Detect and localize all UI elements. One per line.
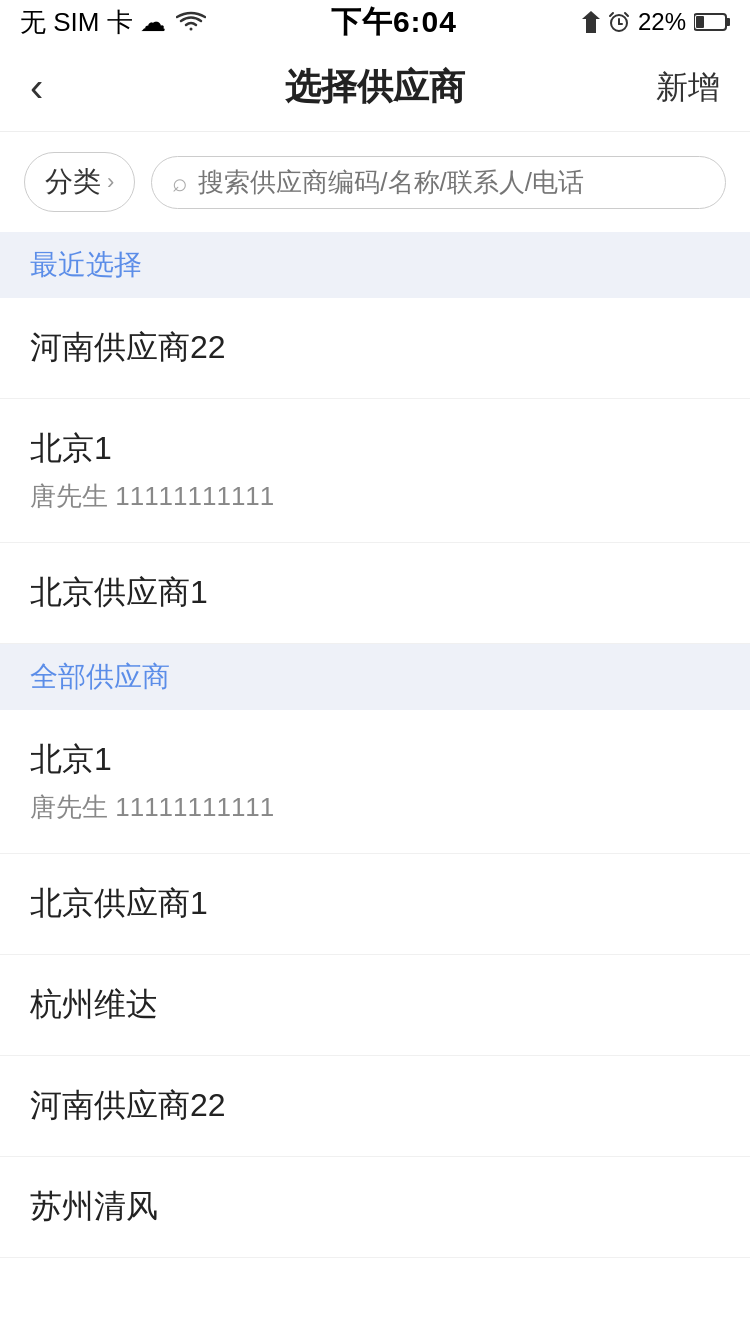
list-item[interactable]: 北京1 唐先生 11111111111 <box>0 399 750 543</box>
item-name: 北京1 <box>30 738 720 782</box>
recent-list: 河南供应商22 北京1 唐先生 11111111111 北京供应商1 <box>0 298 750 644</box>
item-name: 河南供应商22 <box>30 1084 720 1128</box>
item-name: 北京供应商1 <box>30 571 720 615</box>
search-box: ⌕ <box>151 156 726 209</box>
location-icon <box>582 11 600 33</box>
svg-rect-7 <box>696 16 704 28</box>
status-right: 22% <box>582 8 730 36</box>
status-bar: 无 SIM 卡 ☁ 下午6:04 22% <box>0 0 750 44</box>
no-sim-label: 无 SIM 卡 ☁ <box>20 5 166 40</box>
list-item[interactable]: 北京1 唐先生 11111111111 <box>0 710 750 854</box>
list-item[interactable]: 北京供应商1 <box>0 854 750 955</box>
list-item[interactable]: 北京供应商1 <box>0 543 750 644</box>
item-name: 苏州清风 <box>30 1185 720 1229</box>
filter-bar: 分类 › ⌕ <box>0 132 750 232</box>
item-name: 北京1 <box>30 427 720 471</box>
svg-line-3 <box>610 13 613 16</box>
item-name: 杭州维达 <box>30 983 720 1027</box>
item-contact: 唐先生 11111111111 <box>30 479 720 514</box>
item-name: 河南供应商22 <box>30 326 720 370</box>
page-title: 选择供应商 <box>285 63 465 112</box>
all-section-label: 全部供应商 <box>30 661 170 692</box>
status-time: 下午6:04 <box>331 2 457 43</box>
battery-label: 22% <box>638 8 686 36</box>
list-item[interactable]: 河南供应商22 <box>0 298 750 399</box>
item-name: 北京供应商1 <box>30 882 720 926</box>
all-section-header: 全部供应商 <box>0 644 750 710</box>
add-button[interactable]: 新增 <box>640 66 720 110</box>
alarm-icon <box>608 11 630 33</box>
battery-icon <box>694 13 730 31</box>
nav-bar: ‹ 选择供应商 新增 <box>0 44 750 132</box>
recent-section-header: 最近选择 <box>0 232 750 298</box>
category-label: 分类 <box>45 163 101 201</box>
list-item[interactable]: 河南供应商22 <box>0 1056 750 1157</box>
category-button[interactable]: 分类 › <box>24 152 135 212</box>
search-input[interactable] <box>198 167 705 198</box>
list-item[interactable]: 苏州清风 <box>0 1157 750 1258</box>
wifi-icon <box>176 11 206 33</box>
item-contact: 唐先生 11111111111 <box>30 790 720 825</box>
status-left: 无 SIM 卡 ☁ <box>20 5 206 40</box>
list-item[interactable]: 杭州维达 <box>0 955 750 1056</box>
search-icon: ⌕ <box>172 167 188 198</box>
svg-rect-6 <box>726 18 730 26</box>
recent-section-label: 最近选择 <box>30 249 142 280</box>
chevron-right-icon: › <box>107 169 114 195</box>
back-button[interactable]: ‹ <box>30 65 110 110</box>
all-list: 北京1 唐先生 11111111111 北京供应商1 杭州维达河南供应商22 苏州清风 <box>0 710 750 1258</box>
svg-line-4 <box>625 13 628 16</box>
